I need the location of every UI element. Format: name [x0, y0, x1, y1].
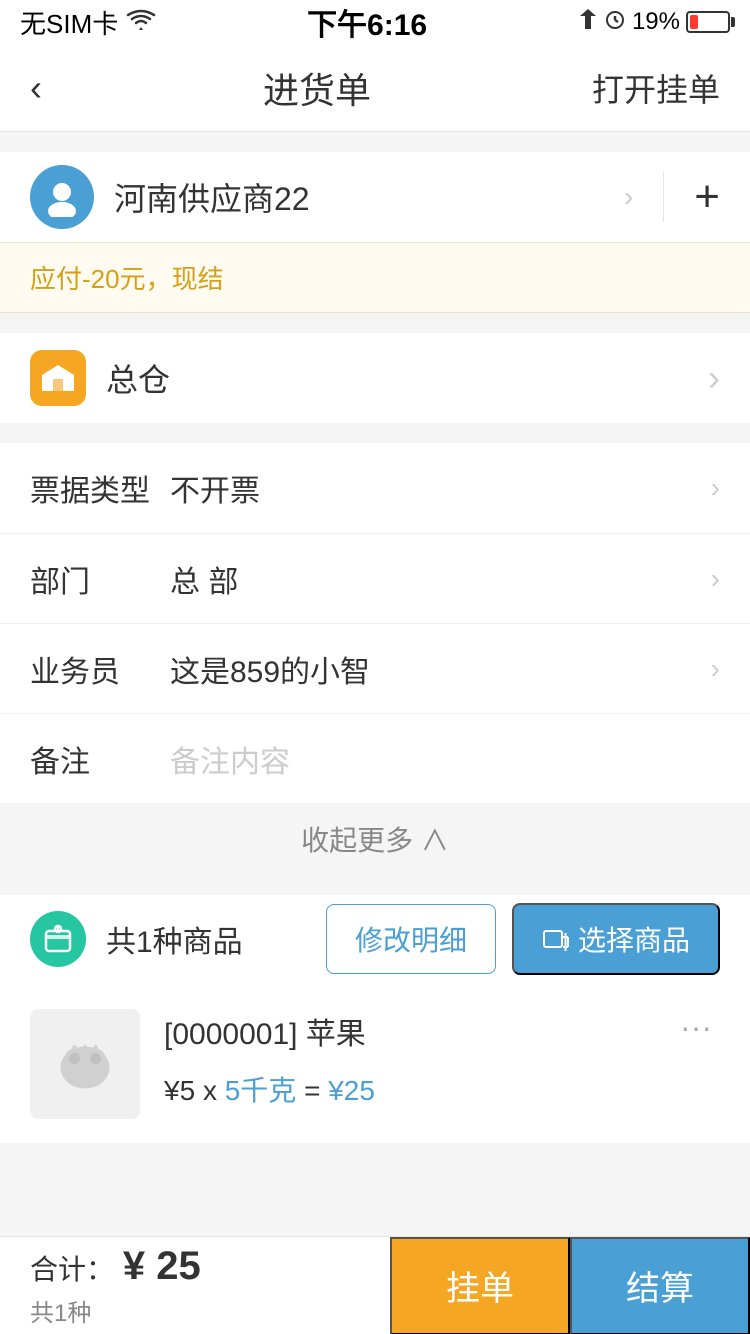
product-name: [0000001] 苹果 [164, 1009, 672, 1053]
product-id: [0000001] [164, 1018, 297, 1051]
dept-row[interactable]: 部门 总 部 › [0, 533, 750, 623]
invoice-arrow-icon: › [711, 472, 720, 504]
page-title: 进货单 [263, 62, 371, 114]
product-header: 共1种商品 修改明细 选择商品 [0, 895, 750, 983]
remark-value[interactable]: 备注内容 [170, 737, 720, 781]
carrier-text: 无SIM卡 [20, 4, 118, 41]
equals-sign: = [304, 1075, 320, 1106]
total-amount: ¥ 25 [123, 1244, 201, 1288]
total-section: 合计： ¥ 25 共1种 [0, 1244, 390, 1328]
section-gap-3 [0, 423, 750, 443]
sales-value: 这是859的小智 [170, 647, 711, 691]
sales-label: 业务员 [30, 647, 170, 691]
invoice-value: 不开票 [170, 466, 711, 510]
edit-detail-button[interactable]: 修改明细 [326, 904, 496, 974]
battery-icon [686, 11, 730, 33]
alarm-icon [604, 8, 626, 37]
sales-row[interactable]: 业务员 这是859的小智 › [0, 623, 750, 713]
avatar [30, 165, 94, 229]
open-suspend-button[interactable]: 打开挂单 [592, 65, 720, 111]
product-count-icon [30, 911, 86, 967]
section-gap-1 [0, 132, 750, 152]
dept-arrow-icon: › [711, 563, 720, 595]
total-count: 共1种 [30, 1293, 360, 1328]
location-icon [578, 8, 598, 37]
bottom-bar: 合计： ¥ 25 共1种 挂单 结算 [0, 1236, 750, 1334]
warehouse-row[interactable]: 总仓 [0, 333, 750, 423]
product-more-button[interactable]: ··· [672, 1009, 720, 1046]
collapse-button[interactable]: 收起更多 ∧ [0, 803, 750, 875]
dept-label: 部门 [30, 557, 170, 601]
battery-percent: 19% [632, 8, 680, 36]
back-button[interactable]: ‹ [30, 67, 42, 109]
add-supplier-button[interactable]: + [694, 175, 720, 219]
dept-value: 总 部 [170, 557, 711, 601]
product-price: ¥5 x 5千克 = ¥25 [164, 1069, 672, 1109]
product-thumbnail [30, 1009, 140, 1119]
unit-price: ¥5 [164, 1075, 195, 1106]
line-total: ¥25 [328, 1075, 375, 1106]
section-gap-4 [0, 875, 750, 895]
remark-label: 备注 [30, 737, 170, 781]
quantity: 5千克 [225, 1075, 297, 1106]
supplier-row[interactable]: 河南供应商22 › + [0, 152, 750, 242]
invoice-row[interactable]: 票据类型 不开票 › [0, 443, 750, 533]
product-title: 苹果 [306, 1018, 366, 1051]
collapse-label: 收起更多 ∧ [301, 819, 449, 859]
bottom-spacer [0, 1143, 750, 1241]
product-count-text: 共1种商品 [106, 917, 326, 961]
wifi-icon [126, 7, 156, 38]
remark-row[interactable]: 备注 备注内容 [0, 713, 750, 803]
notice-bar: 应付-20元，现结 [0, 242, 750, 313]
form-section: 票据类型 不开票 › 部门 总 部 › 业务员 这是859的小智 › 备注 备注… [0, 443, 750, 803]
supplier-name: 河南供应商22 [114, 174, 624, 220]
sales-arrow-icon: › [711, 653, 720, 685]
status-bar: 无SIM卡 下午6:16 19% [0, 0, 750, 44]
warehouse-name: 总仓 [106, 355, 708, 401]
warehouse-section[interactable]: 总仓 [0, 333, 750, 423]
product-item: [0000001] 苹果 ¥5 x 5千克 = ¥25 ··· [0, 985, 750, 1143]
suspend-button[interactable]: 挂单 [390, 1237, 570, 1334]
vertical-divider [663, 172, 664, 222]
warehouse-arrow-icon [708, 357, 720, 399]
nav-bar: ‹ 进货单 打开挂单 [0, 44, 750, 132]
warehouse-icon [30, 350, 86, 406]
supplier-arrow-icon: › [624, 181, 633, 213]
total-label: 合计： [30, 1254, 114, 1285]
supplier-section: 河南供应商22 › + 应付-20元，现结 [0, 152, 750, 313]
section-gap-2 [0, 313, 750, 333]
select-product-label: 选择商品 [578, 919, 690, 959]
status-left: 无SIM卡 [20, 4, 156, 41]
select-product-button[interactable]: 选择商品 [512, 903, 720, 975]
product-section: 共1种商品 修改明细 选择商品 [0, 895, 750, 1143]
status-right: 19% [578, 8, 730, 37]
status-time: 下午6:16 [307, 0, 427, 44]
invoice-label: 票据类型 [30, 466, 170, 510]
product-info: [0000001] 苹果 ¥5 x 5千克 = ¥25 [164, 1009, 672, 1109]
multiply-sign: x [203, 1075, 217, 1106]
checkout-button[interactable]: 结算 [570, 1237, 750, 1334]
